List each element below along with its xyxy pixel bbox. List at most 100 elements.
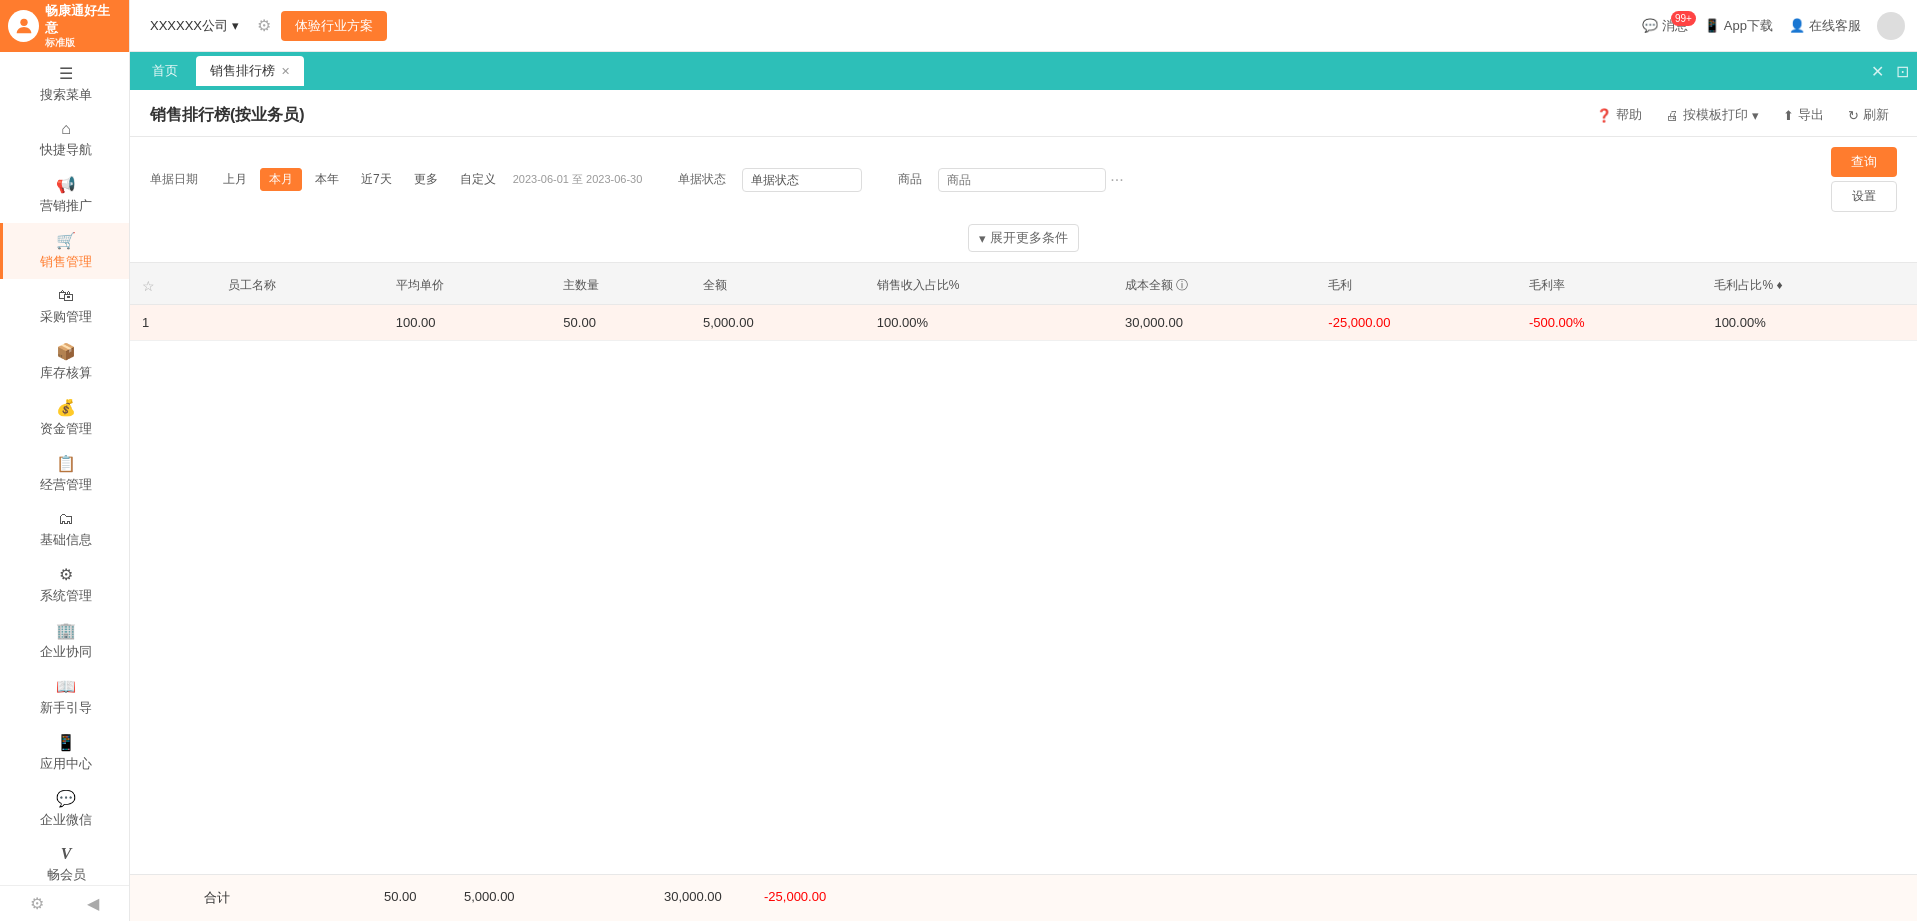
goods-more-icon[interactable]: ··· bbox=[1106, 172, 1127, 188]
refresh-icon: ↻ bbox=[1848, 108, 1859, 123]
service-icon: 👤 bbox=[1789, 18, 1805, 33]
date-btn-last-month[interactable]: 上月 bbox=[214, 168, 256, 191]
purchase-icon: 🛍 bbox=[58, 287, 74, 305]
online-service-btn[interactable]: 👤 在线客服 bbox=[1789, 17, 1861, 35]
date-range-display: 2023-06-01 至 2023-06-30 bbox=[513, 172, 643, 187]
cell-quantity: 50.00 bbox=[551, 305, 691, 341]
cell-gross-pct: 100.00% bbox=[1702, 305, 1917, 341]
cell-name bbox=[216, 305, 384, 341]
tab-expand-icon[interactable]: ⊡ bbox=[1896, 62, 1909, 81]
main-area: XXXXXX公司 ▾ ⚙ 体验行业方案 💬 消息 99+ 📱 App下载 👤 在… bbox=[130, 0, 1917, 921]
th-gross-pct: 毛利占比% ♦ bbox=[1702, 267, 1917, 305]
date-btn-this-month[interactable]: 本月 bbox=[260, 168, 302, 191]
sidebar-nav: ☰ 搜索菜单 ⌂ 快捷导航 📢 营销推广 🛒 销售管理 🛍 采购管理 📦 库存核… bbox=[0, 52, 129, 885]
message-btn[interactable]: 💬 消息 99+ bbox=[1642, 17, 1688, 35]
sidebar-item-guide[interactable]: 📖 新手引导 bbox=[0, 669, 129, 725]
expand-conditions-btn[interactable]: ▾ 展开更多条件 bbox=[968, 224, 1079, 252]
th-rank: ☆ bbox=[130, 267, 216, 305]
status-select[interactable]: 单据状态 bbox=[742, 168, 862, 192]
sidebar-item-marketing[interactable]: 📢 营销推广 bbox=[0, 167, 129, 223]
date-btn-this-year[interactable]: 本年 bbox=[306, 168, 348, 191]
avatar[interactable] bbox=[1877, 12, 1905, 40]
tab-sales-rank[interactable]: 销售排行榜 ✕ bbox=[196, 56, 304, 86]
cell-gross: -25,000.00 bbox=[1316, 305, 1517, 341]
settings-footer-btn[interactable]: ⚙ bbox=[30, 894, 44, 913]
collapse-btn[interactable]: ◀ bbox=[87, 894, 99, 913]
sidebar-item-finance[interactable]: 💰 资金管理 bbox=[0, 390, 129, 446]
data-table: ☆ 员工名称 平均单价 主数量 全额 销售收入占比% 成本全额 ⓘ 毛利 毛利率… bbox=[130, 267, 1917, 341]
chat-icon: 💬 bbox=[56, 789, 76, 808]
message-icon: 💬 bbox=[1642, 18, 1658, 33]
refresh-btn[interactable]: ↻ 刷新 bbox=[1840, 102, 1897, 128]
dropdown-icon: ▾ bbox=[232, 18, 239, 33]
date-btn-more[interactable]: 更多 bbox=[405, 168, 447, 191]
footer-avg-spacer bbox=[272, 885, 372, 911]
sidebar-item-operations[interactable]: 📋 经营管理 bbox=[0, 446, 129, 502]
trial-button[interactable]: 体验行业方案 bbox=[281, 11, 387, 41]
sidebar-item-basic[interactable]: 🗂 基础信息 bbox=[0, 502, 129, 557]
filter-actions: 查询 设置 bbox=[1831, 147, 1897, 212]
folder-icon: 🗂 bbox=[58, 510, 74, 528]
tab-close-icon[interactable]: ✕ bbox=[281, 65, 290, 78]
cell-gross-rate: -500.00% bbox=[1517, 305, 1702, 341]
sidebar-item-search[interactable]: ☰ 搜索菜单 bbox=[0, 56, 129, 112]
megaphone-icon: 📢 bbox=[56, 175, 76, 194]
cell-avg-price: 100.00 bbox=[384, 305, 552, 341]
cell-rank: 1 bbox=[130, 305, 216, 341]
content-area: 销售排行榜(按业务员) ❓ 帮助 🖨 按模板打印 ▾ ⬆ 导出 ↻ 刷新 bbox=[130, 90, 1917, 921]
status-filter-label: 单据状态 bbox=[678, 171, 726, 188]
date-btn-custom[interactable]: 自定义 bbox=[451, 168, 505, 191]
clipboard-icon: 📋 bbox=[56, 454, 76, 473]
building-icon: 🏢 bbox=[56, 621, 76, 640]
gear-icon: ⚙ bbox=[59, 565, 73, 584]
sidebar-item-enterprise[interactable]: 🏢 企业协同 bbox=[0, 613, 129, 669]
th-gross-rate: 毛利率 bbox=[1517, 267, 1702, 305]
settings-button[interactable]: 设置 bbox=[1831, 181, 1897, 212]
table-header-row: ☆ 员工名称 平均单价 主数量 全额 销售收入占比% 成本全额 ⓘ 毛利 毛利率… bbox=[130, 267, 1917, 305]
tabbar-right: ✕ ⊡ bbox=[1871, 62, 1909, 81]
sidebar-item-purchase[interactable]: 🛍 采购管理 bbox=[0, 279, 129, 334]
cell-amount: 5,000.00 bbox=[691, 305, 865, 341]
footer-quantity: 50.00 bbox=[372, 885, 452, 911]
sidebar-item-sales[interactable]: 🛒 销售管理 bbox=[0, 223, 129, 279]
cart-icon: 🛒 bbox=[56, 231, 76, 250]
sidebar-item-appstore[interactable]: 📱 应用中心 bbox=[0, 725, 129, 781]
footer-sales-pct bbox=[552, 885, 652, 911]
footer-label bbox=[142, 885, 192, 911]
phone-icon: 📱 bbox=[56, 733, 76, 752]
sidebar-item-inventory[interactable]: 📦 库存核算 bbox=[0, 334, 129, 390]
svg-point-0 bbox=[20, 19, 27, 26]
home-icon: ⌂ bbox=[61, 120, 71, 138]
page-header: 销售排行榜(按业务员) ❓ 帮助 🖨 按模板打印 ▾ ⬆ 导出 ↻ 刷新 bbox=[130, 90, 1917, 137]
tab-close-window-icon[interactable]: ✕ bbox=[1871, 62, 1884, 81]
sidebar-item-quick-nav[interactable]: ⌂ 快捷导航 bbox=[0, 112, 129, 167]
page-actions: ❓ 帮助 🖨 按模板打印 ▾ ⬆ 导出 ↻ 刷新 bbox=[1588, 102, 1897, 128]
status-input-wrap: 单据状态 bbox=[742, 168, 862, 192]
company-selector[interactable]: XXXXXX公司 ▾ bbox=[142, 13, 247, 39]
company-name: XXXXXX公司 bbox=[150, 17, 228, 35]
app-download-btn[interactable]: 📱 App下载 bbox=[1704, 17, 1773, 35]
sidebar-item-wechat[interactable]: 💬 企业微信 bbox=[0, 781, 129, 837]
th-gross: 毛利 bbox=[1316, 267, 1517, 305]
topbar-settings-icon[interactable]: ⚙ bbox=[257, 16, 271, 35]
data-table-wrap: ☆ 员工名称 平均单价 主数量 全额 销售收入占比% 成本全额 ⓘ 毛利 毛利率… bbox=[130, 267, 1917, 874]
query-button[interactable]: 查询 bbox=[1831, 147, 1897, 177]
sidebar: 畅康通好生意 标准版 ☰ 搜索菜单 ⌂ 快捷导航 📢 营销推广 🛒 销售管理 🛍… bbox=[0, 0, 130, 921]
expand-down-icon: ▾ bbox=[979, 231, 986, 246]
logo-icon bbox=[8, 10, 39, 42]
tab-home[interactable]: 首页 bbox=[138, 56, 192, 86]
print-btn[interactable]: 🖨 按模板打印 ▾ bbox=[1658, 102, 1767, 128]
sidebar-item-system[interactable]: ⚙ 系统管理 bbox=[0, 557, 129, 613]
cell-cost: 30,000.00 bbox=[1113, 305, 1316, 341]
help-btn[interactable]: ❓ 帮助 bbox=[1588, 102, 1650, 128]
goods-input[interactable] bbox=[938, 168, 1106, 192]
sidebar-item-member[interactable]: V 畅会员 bbox=[0, 837, 129, 885]
export-btn[interactable]: ⬆ 导出 bbox=[1775, 102, 1832, 128]
footer-gross-pct bbox=[952, 885, 1052, 911]
th-name: 员工名称 bbox=[216, 267, 384, 305]
th-quantity: 主数量 bbox=[551, 267, 691, 305]
table-row: 1 100.00 50.00 5,000.00 100.00% 30,000.0… bbox=[130, 305, 1917, 341]
date-buttons: 上月 本月 本年 近7天 更多 自定义 2023-06-01 至 2023-06… bbox=[214, 168, 642, 191]
date-btn-7days[interactable]: 近7天 bbox=[352, 168, 401, 191]
download-icon: 📱 bbox=[1704, 18, 1720, 33]
